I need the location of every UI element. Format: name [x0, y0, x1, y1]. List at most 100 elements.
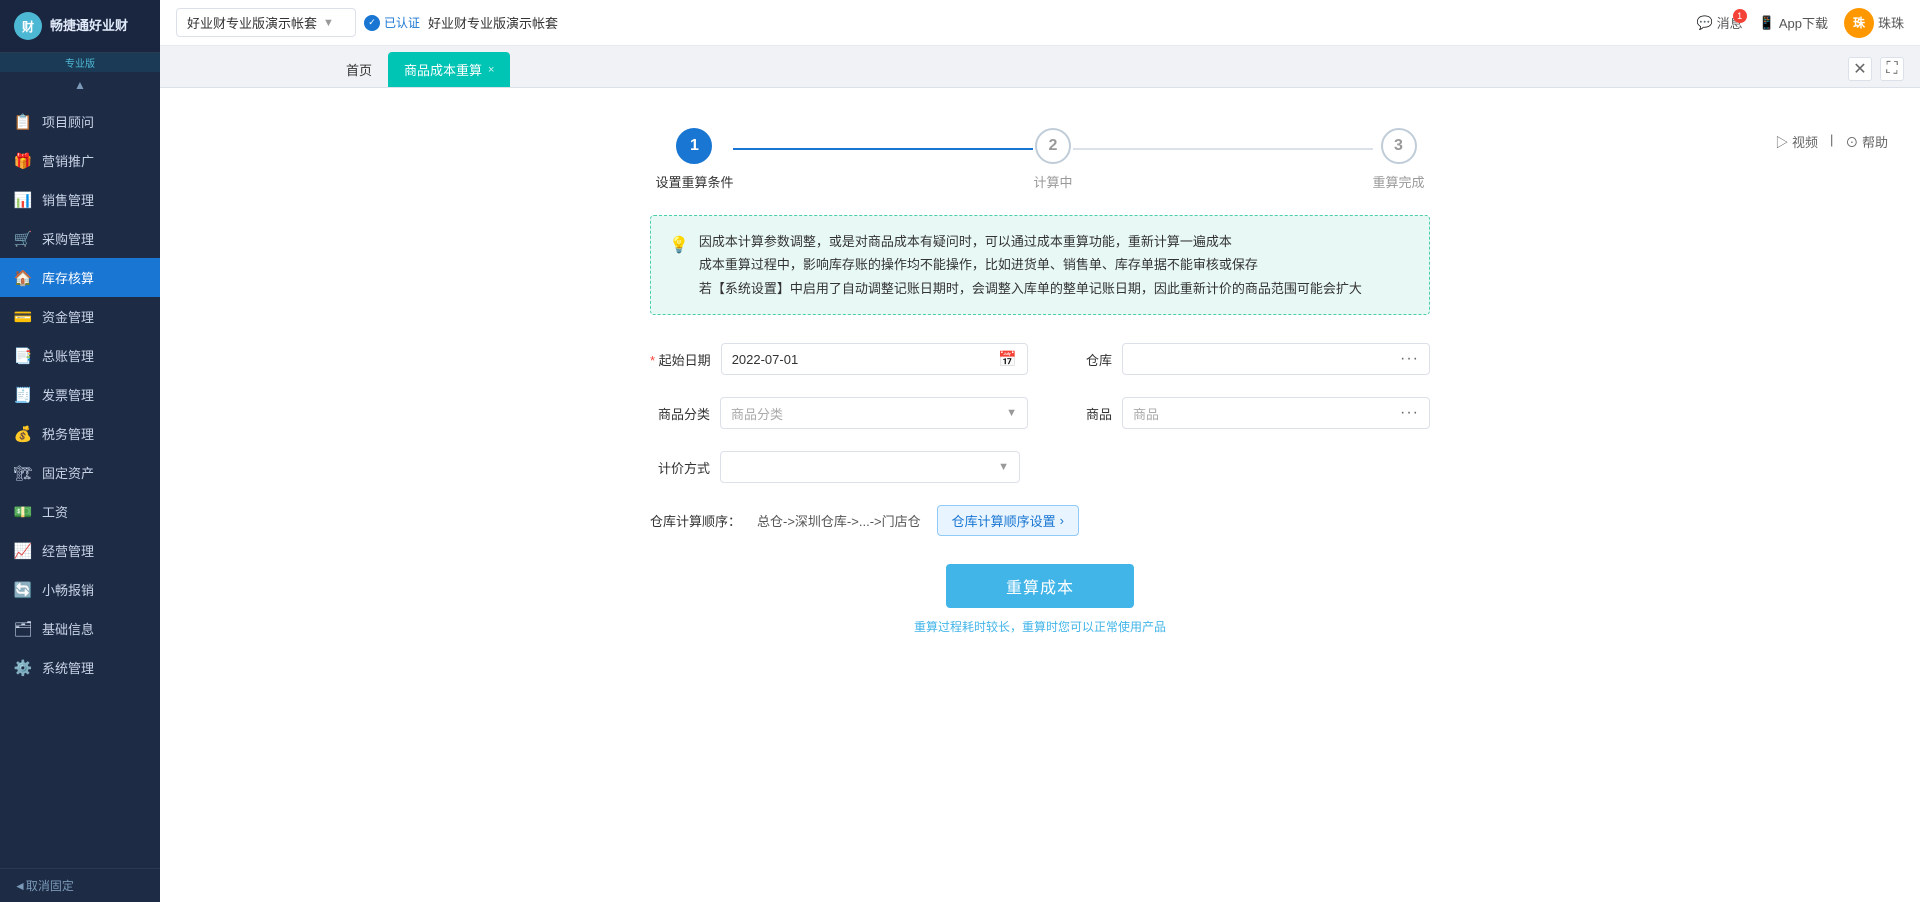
sidebar-item-project[interactable]: 📋 项目顾问: [0, 102, 160, 141]
tax-icon: 💰: [14, 425, 32, 443]
tab-active-label: 商品成本重算: [404, 60, 482, 79]
warehouse-group: 仓库 ···: [1052, 343, 1430, 375]
company-name: 好业财专业版演示帐套: [428, 13, 1688, 32]
close-window-btn[interactable]: ✕: [1848, 57, 1872, 81]
sidebar-item-label: 税务管理: [42, 424, 94, 443]
step-2-circle: 2: [1035, 128, 1071, 164]
main-area: 好业财专业版演示帐套 ▼ ✓ 已认证 好业财专业版演示帐套 💬 消息 1 📱 A…: [160, 0, 1920, 902]
tabs-bar: 首页 商品成本重算 × ✕ ⛶: [160, 46, 1920, 88]
sidebar-item-payroll[interactable]: 💵 工资: [0, 492, 160, 531]
avatar: 珠: [1844, 8, 1874, 38]
sidebar-item-marketing[interactable]: 🎁 营销推广: [0, 141, 160, 180]
step-1-label: 设置重算条件: [655, 172, 733, 191]
warehouse-order-arrow-icon: ›: [1060, 513, 1064, 528]
app-download-btn[interactable]: 📱 App下载: [1759, 13, 1828, 32]
warehouse-order-label: 仓库计算顺序：: [650, 511, 741, 530]
product-dots-icon[interactable]: ···: [1400, 404, 1419, 422]
message-icon: 💬: [1696, 15, 1712, 31]
step-1: 1 设置重算条件: [655, 128, 733, 191]
pricing-select[interactable]: ▼: [720, 451, 1020, 483]
sidebar-item-label: 工资: [42, 502, 68, 521]
warehouse-order-settings-btn[interactable]: 仓库计算顺序设置 ›: [937, 505, 1079, 536]
sidebar-logo: 财 畅捷通好业财: [0, 0, 160, 53]
logo-text: 畅捷通好业财: [50, 18, 128, 35]
sidebar-scroll-up[interactable]: ▲: [0, 72, 160, 98]
pricing-chevron-icon: ▼: [998, 461, 1009, 473]
sidebar-item-sales[interactable]: 📊 销售管理: [0, 180, 160, 219]
inventory-icon: 🏠: [14, 269, 32, 287]
assets-icon: 🏗: [14, 464, 32, 482]
sidebar-item-label: 总账管理: [42, 346, 94, 365]
start-date-field[interactable]: 📅: [721, 343, 1028, 375]
step-2: 2 计算中: [1033, 128, 1072, 191]
warehouse-order-btn-label: 仓库计算顺序设置: [952, 511, 1056, 530]
category-select[interactable]: 商品分类 ▼: [720, 397, 1028, 429]
sidebar-item-label: 系统管理: [42, 658, 94, 677]
content-area: 1 设置重算条件 2 计算中 3 重算完成 ▷ 视频 | ⊙ 帮助 💡: [160, 88, 1920, 902]
form-area: 起始日期 📅 仓库 ··· 商品分类: [650, 343, 1430, 635]
sidebar-item-accounting[interactable]: 📑 总账管理: [0, 336, 160, 375]
cancel-fixed-btn[interactable]: ◄取消固定: [0, 868, 160, 902]
sidebar-item-label: 销售管理: [42, 190, 94, 209]
sidebar-item-label: 采购管理: [42, 229, 94, 248]
expand-window-btn[interactable]: ⛶: [1880, 57, 1904, 81]
step-line-2: [1073, 148, 1373, 150]
payroll-icon: 💵: [14, 503, 32, 521]
sidebar-item-finance[interactable]: 💳 资金管理: [0, 297, 160, 336]
help-separator: |: [1830, 132, 1833, 151]
account-selector[interactable]: 好业财专业版演示帐套 ▼: [176, 8, 356, 37]
sidebar-item-system[interactable]: ⚙️ 系统管理: [0, 648, 160, 687]
sidebar-item-label: 库存核算: [42, 268, 94, 287]
product-group: 商品 商品 ···: [1052, 397, 1430, 429]
calendar-icon[interactable]: 📅: [998, 350, 1017, 368]
info-icon: 💡: [669, 232, 689, 300]
sidebar-item-expense[interactable]: 🔄 小畅报销: [0, 570, 160, 609]
product-placeholder: 商品: [1133, 404, 1400, 423]
pricing-group: 计价方式 ▼: [650, 451, 1020, 483]
sales-icon: 📊: [14, 191, 32, 209]
sidebar-item-tax[interactable]: 💰 税务管理: [0, 414, 160, 453]
step-1-circle: 1: [676, 128, 712, 164]
user-profile-btn[interactable]: 珠 珠珠: [1844, 8, 1904, 38]
video-btn[interactable]: ▷ 视频: [1775, 132, 1818, 151]
warehouse-dots-icon[interactable]: ···: [1400, 350, 1419, 368]
step-2-label: 计算中: [1033, 172, 1072, 191]
tab-cost-recalc[interactable]: 商品成本重算 ×: [388, 52, 510, 87]
topbar-actions: 💬 消息 1 📱 App下载 珠 珠珠: [1696, 8, 1904, 38]
steps-container: 1 设置重算条件 2 计算中 3 重算完成 ▷ 视频 | ⊙ 帮助: [192, 112, 1888, 215]
basic-icon: 🗂: [14, 620, 32, 638]
sidebar-item-label: 基础信息: [42, 619, 94, 638]
project-icon: 📋: [14, 113, 32, 131]
tab-home[interactable]: 首页: [330, 52, 388, 87]
start-date-input[interactable]: [732, 352, 993, 367]
user-name: 珠珠: [1878, 13, 1904, 32]
finance-icon: 💳: [14, 308, 32, 326]
recalc-note: 重算过程耗时较长，重算时您可以正常使用产品: [650, 618, 1430, 635]
product-label: 商品: [1052, 404, 1112, 423]
sidebar-item-inventory[interactable]: 🏠 库存核算: [0, 258, 160, 297]
sidebar-item-basic[interactable]: 🗂 基础信息: [0, 609, 160, 648]
sidebar-item-operations[interactable]: 📈 经营管理: [0, 531, 160, 570]
topbar: 好业财专业版演示帐套 ▼ ✓ 已认证 好业财专业版演示帐套 💬 消息 1 📱 A…: [160, 0, 1920, 46]
product-field[interactable]: 商品 ···: [1122, 397, 1430, 429]
tabs-right-actions: ✕ ⛶: [1848, 57, 1904, 81]
form-row-2: 商品分类 商品分类 ▼ 商品 商品 ···: [650, 397, 1430, 429]
tab-close-icon[interactable]: ×: [488, 64, 494, 76]
info-box: 💡 因成本计算参数调整，或是对商品成本有疑问时，可以通过成本重算功能，重新计算一…: [650, 215, 1430, 315]
recalc-button[interactable]: 重算成本: [946, 564, 1134, 608]
warehouse-order-row: 仓库计算顺序： 总仓->深圳仓库->...->门店仓 仓库计算顺序设置 ›: [650, 505, 1430, 536]
sidebar-item-invoice[interactable]: 🧾 发票管理: [0, 375, 160, 414]
purchase-icon: 🛒: [14, 230, 32, 248]
help-btn[interactable]: ⊙ 帮助: [1845, 132, 1888, 151]
sidebar-item-purchase[interactable]: 🛒 采购管理: [0, 219, 160, 258]
message-btn[interactable]: 💬 消息 1: [1696, 13, 1742, 32]
recalc-area: 重算成本 重算过程耗时较长，重算时您可以正常使用产品: [650, 564, 1430, 635]
sidebar-item-assets[interactable]: 🏗 固定资产: [0, 453, 160, 492]
account-chevron-icon: ▼: [323, 17, 334, 29]
step-3-circle: 3: [1381, 128, 1417, 164]
warehouse-field[interactable]: ···: [1122, 343, 1430, 375]
shield-icon: ✓: [364, 15, 380, 31]
form-row-1: 起始日期 📅 仓库 ···: [650, 343, 1430, 375]
app-download-label: App下载: [1779, 13, 1828, 32]
start-date-label: 起始日期: [650, 350, 711, 369]
